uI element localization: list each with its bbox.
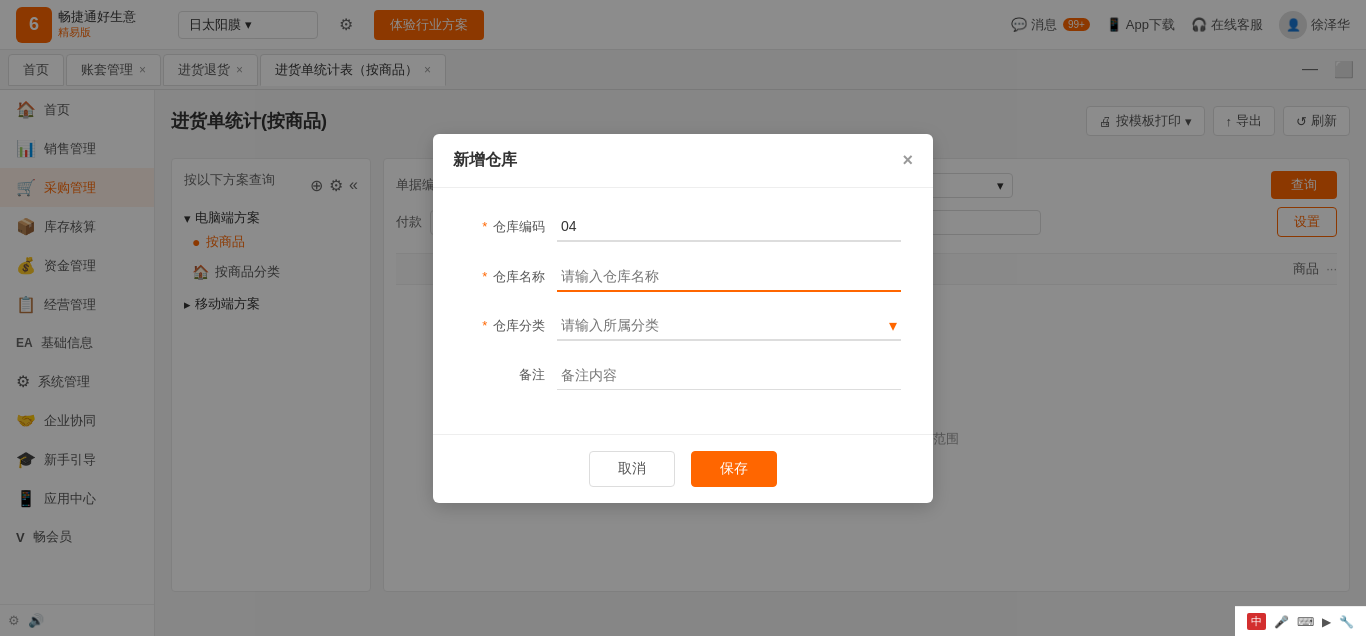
modal-close-icon[interactable]: × <box>902 150 913 171</box>
form-row-note: 备注 <box>465 361 901 390</box>
save-button[interactable]: 保存 <box>691 451 777 487</box>
modal-footer: 取消 保存 <box>433 434 933 503</box>
modal-add-warehouse: 新增仓库 × * 仓库编码 * 仓库名称 <box>433 134 933 503</box>
modal-header: 新增仓库 × <box>433 134 933 188</box>
status-icon-tools[interactable]: 🔧 <box>1339 615 1354 629</box>
form-row-code: * 仓库编码 <box>465 212 901 242</box>
form-category-select[interactable]: ▾ <box>557 312 901 341</box>
category-chevron-down-icon: ▾ <box>889 316 897 335</box>
form-note-label: 备注 <box>465 366 545 384</box>
form-code-input[interactable] <box>557 212 901 242</box>
status-icon-keyboard[interactable]: ⌨ <box>1297 615 1314 629</box>
status-bar: 中 🎤 ⌨ ▶ 🔧 <box>1235 606 1366 636</box>
status-icon-play[interactable]: ▶ <box>1322 615 1331 629</box>
form-row-category: * 仓库分类 ▾ <box>465 312 901 341</box>
modal-title: 新增仓库 <box>453 150 517 171</box>
status-icon-zh[interactable]: 中 <box>1247 613 1266 630</box>
form-row-name: * 仓库名称 <box>465 262 901 292</box>
form-note-input[interactable] <box>557 361 901 390</box>
form-name-input[interactable] <box>557 262 901 292</box>
modal-overlay: 新增仓库 × * 仓库编码 * 仓库名称 <box>0 0 1366 636</box>
status-icon-mic[interactable]: 🎤 <box>1274 615 1289 629</box>
form-code-label: * 仓库编码 <box>465 218 545 236</box>
form-category-label: * 仓库分类 <box>465 317 545 335</box>
form-name-label: * 仓库名称 <box>465 268 545 286</box>
modal-body: * 仓库编码 * 仓库名称 * 仓库分类 <box>433 188 933 434</box>
cancel-button[interactable]: 取消 <box>589 451 675 487</box>
form-category-input[interactable] <box>561 317 889 333</box>
